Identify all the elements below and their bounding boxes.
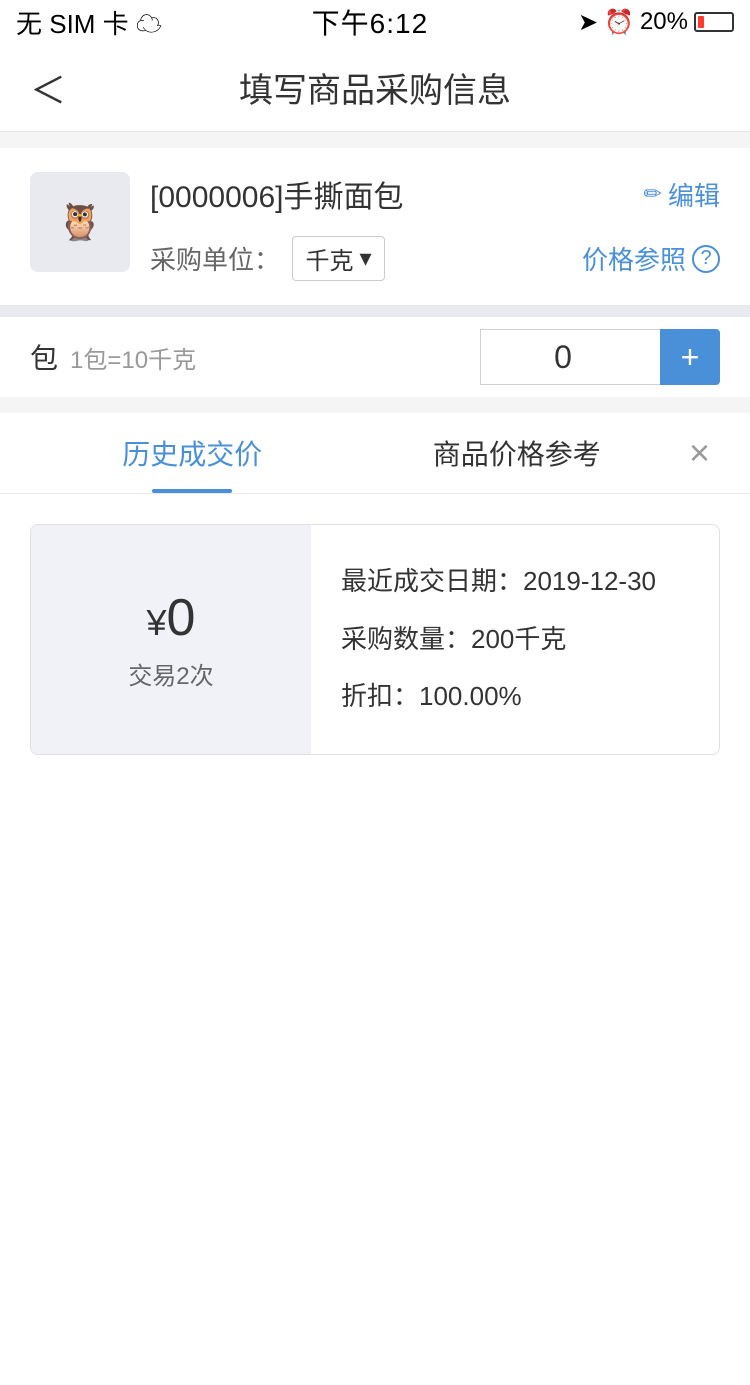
product-id: [0000006] (150, 181, 283, 214)
unit-label-area: 采购单位： 千克 ▾ (150, 236, 385, 281)
battery-percent: 20% (640, 8, 688, 36)
tab-bar: 历史成交价 商品价格参考 × (0, 413, 750, 494)
status-right: ➤ ⏰ 20% (578, 8, 734, 37)
unit-row: 采购单位： 千克 ▾ 价格参照 ? (150, 236, 720, 281)
price-card: ¥0 交易2次 最近成交日期：2019-12-30 采购数量：200千克 折扣：… (30, 524, 720, 755)
quantity-control: + (480, 329, 720, 385)
discount-value: 100.00% (419, 681, 522, 711)
price-card-left: ¥0 交易2次 (31, 525, 311, 754)
product-section: 🦉 [0000006]手撕面包 ✏ 编辑 采购单位： 千克 ▾ (0, 148, 750, 305)
quantity-section: 包 1包=10千克 + (0, 317, 750, 397)
product-thumbnail: 🦉 (30, 172, 130, 272)
page-title: 填写商品采购信息 (239, 63, 511, 112)
price-amount: ¥0 (147, 588, 196, 648)
price-value: 0 (167, 589, 196, 647)
price-ref-label: 价格参照 (582, 240, 686, 277)
tab-history-price[interactable]: 历史成交价 (30, 413, 354, 493)
discount-label: 折扣： (341, 681, 419, 711)
unit-value: 千克 (305, 241, 353, 276)
header: ＜ 填写商品采购信息 (0, 44, 750, 132)
price-ref-icon: ? (692, 245, 720, 273)
unit-label: 采购单位： (150, 245, 280, 275)
tab-active-indicator (152, 489, 232, 493)
sim-status: 无 SIM 卡 ☁ (16, 4, 162, 41)
edit-icon: ✏ (644, 181, 662, 207)
page-rest (0, 785, 750, 1385)
tab-price-ref-label: 商品价格参考 (433, 433, 601, 473)
product-row: 🦉 [0000006]手撕面包 ✏ 编辑 采购单位： 千克 ▾ (30, 172, 720, 281)
status-bar: 无 SIM 卡 ☁ 下午6:12 ➤ ⏰ 20% (0, 0, 750, 44)
product-title: 手撕面包 (283, 181, 403, 214)
chevron-down-icon: ▾ (359, 244, 371, 273)
unit-select[interactable]: 千克 ▾ (292, 236, 384, 281)
tab-history-label: 历史成交价 (122, 433, 262, 473)
quantity-input[interactable] (480, 329, 660, 385)
tab-section: 历史成交价 商品价格参考 × ¥0 交易2次 最近成交日期：2019-12-30… (0, 413, 750, 785)
currency-symbol: ¥ (147, 602, 167, 643)
quantity-label-area: 包 1包=10千克 (30, 337, 196, 377)
navigation-icon: ➤ (578, 8, 598, 37)
qty-label: 采购数量： (341, 624, 471, 654)
product-header-row: [0000006]手撕面包 ✏ 编辑 (150, 172, 720, 216)
date-value: 2019-12-30 (523, 566, 656, 596)
detail-discount-row: 折扣：100.00% (341, 676, 689, 718)
quantity-unit: 包 (30, 337, 58, 377)
price-transactions: 交易2次 (128, 656, 213, 691)
price-card-right: 最近成交日期：2019-12-30 采购数量：200千克 折扣：100.00% (311, 525, 719, 754)
quantity-conversion: 1包=10千克 (70, 340, 196, 375)
edit-label: 编辑 (668, 176, 720, 213)
battery-icon (694, 12, 734, 32)
qty-value: 200千克 (471, 624, 566, 654)
edit-button[interactable]: ✏ 编辑 (644, 176, 720, 213)
price-ref-button[interactable]: 价格参照 ? (582, 240, 720, 277)
detail-date-row: 最近成交日期：2019-12-30 (341, 561, 689, 603)
product-info: [0000006]手撕面包 ✏ 编辑 采购单位： 千克 ▾ 价格参照 ? (150, 172, 720, 281)
quantity-plus-button[interactable]: + (660, 329, 720, 385)
detail-qty-row: 采购数量：200千克 (341, 619, 689, 661)
product-logo-icon: 🦉 (58, 201, 103, 243)
status-time: 下午6:12 (312, 2, 429, 42)
card-area: ¥0 交易2次 最近成交日期：2019-12-30 采购数量：200千克 折扣：… (0, 494, 750, 785)
status-left: 无 SIM 卡 ☁ (16, 4, 162, 41)
date-label: 最近成交日期： (341, 566, 523, 596)
close-tab-button[interactable]: × (679, 432, 720, 474)
alarm-icon: ⏰ (604, 8, 634, 37)
tab-price-ref[interactable]: 商品价格参考 (354, 413, 678, 493)
back-button[interactable]: ＜ (30, 62, 66, 114)
section-divider (0, 305, 750, 317)
product-name: [0000006]手撕面包 (150, 172, 403, 216)
